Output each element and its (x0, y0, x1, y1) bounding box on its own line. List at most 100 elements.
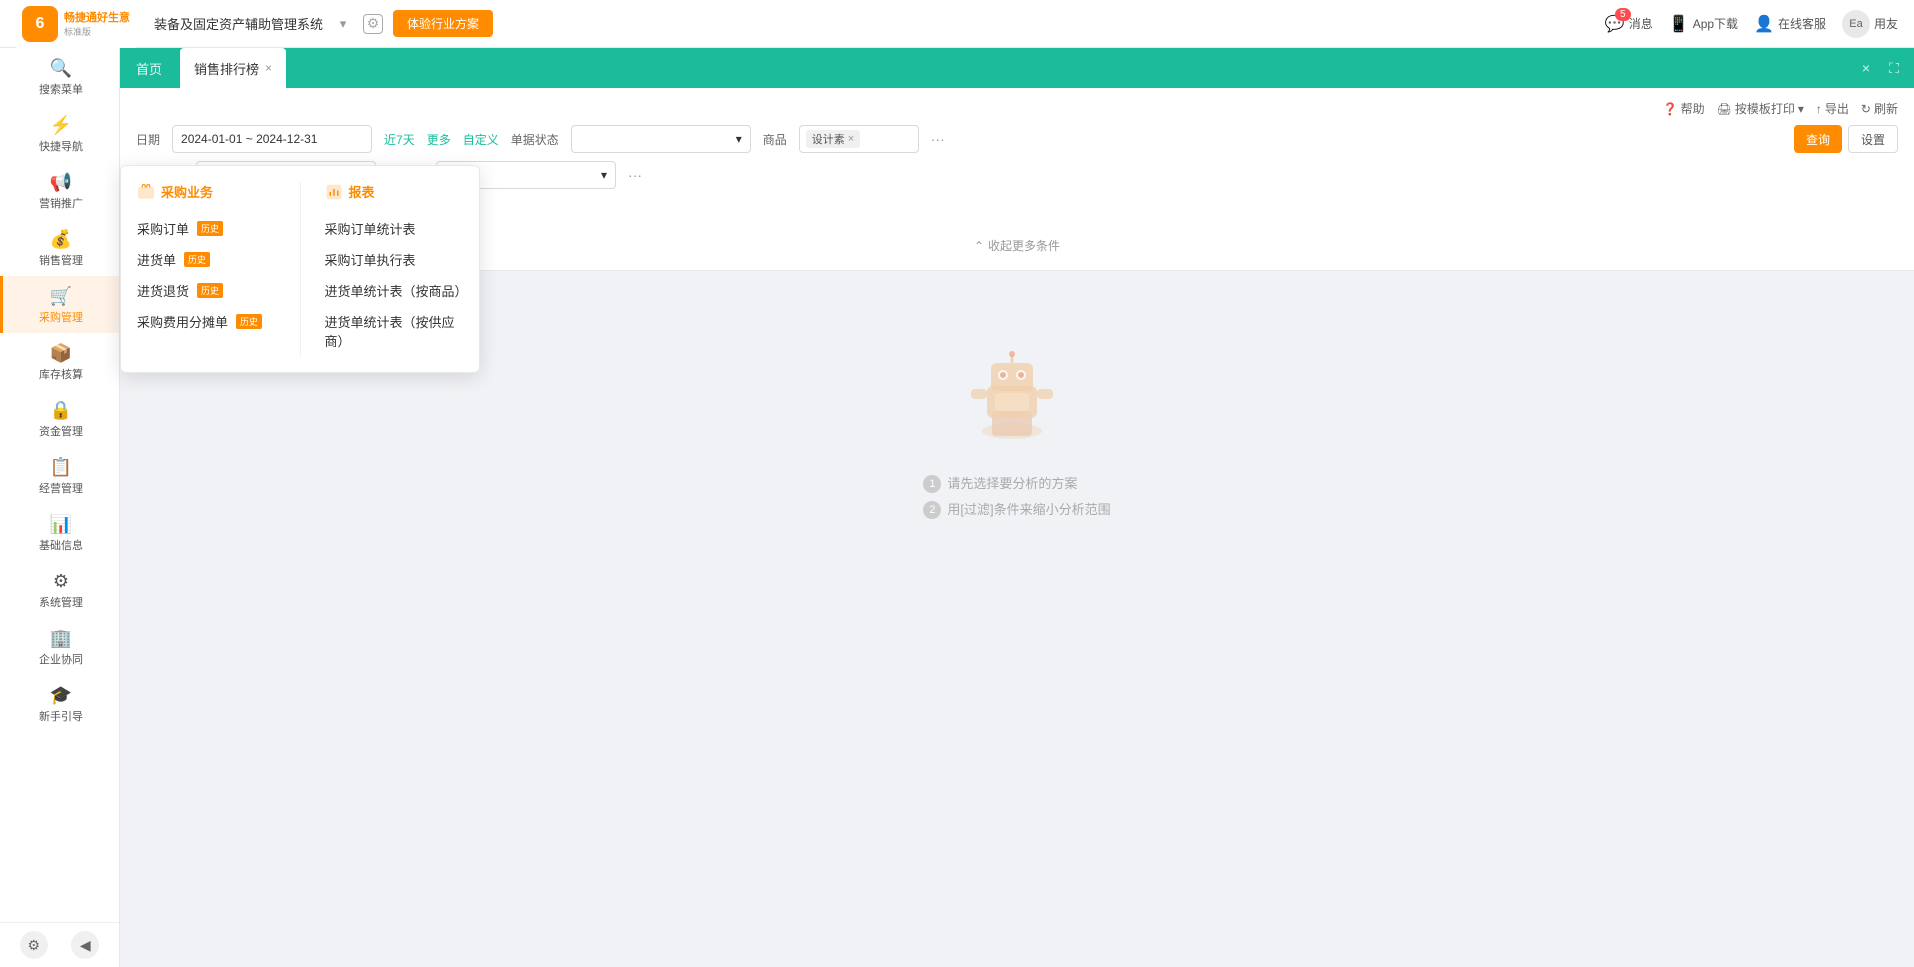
empty-tip-2: 2 用[过滤]条件来缩小分析范围 (923, 497, 1110, 523)
settings-btn[interactable]: 设置 (1848, 125, 1898, 153)
search-icon: 🔍 (50, 58, 72, 79)
query-btn[interactable]: 查询 (1794, 125, 1842, 153)
sidebar-item-marketing[interactable]: 📢 营销推广 (0, 162, 119, 219)
print-icon: 🖨 (1717, 102, 1732, 116)
system-dropdown-btn[interactable]: ▾ (333, 14, 353, 34)
doc-status-select[interactable]: ▾ (571, 125, 751, 153)
menu-item-purchase-order[interactable]: 采购订单 历史 (137, 213, 276, 244)
sidebar-item-newbie[interactable]: 🎓 新手引导 (0, 675, 119, 732)
online-service-btn[interactable]: 👤 在线客服 (1754, 14, 1826, 34)
user-label: 用友 (1874, 15, 1898, 32)
menu-item-purchase-order-exec[interactable]: 采购订单执行表 (325, 244, 464, 275)
refresh-icon: ↻ (1861, 102, 1871, 116)
doc-status-label: 单据状态 (511, 131, 559, 148)
report-section-icon (325, 183, 343, 201)
salesperson-chevron: ▾ (601, 168, 607, 182)
purchase-expense-badge: 历史 (236, 314, 262, 329)
sidebar-item-enterprise[interactable]: 🏢 企业协同 (0, 618, 119, 675)
sidebar-item-search[interactable]: 🔍 搜索菜单 (0, 48, 119, 105)
menu-item-label: 进货单统计表（按商品） (325, 281, 464, 300)
purchase-section-title: 采购业务 (137, 182, 276, 201)
messages-label: 消息 (1629, 15, 1653, 32)
menu-item-inbound-return[interactable]: 进货退货 历史 (137, 275, 276, 306)
messages-badge: 5 (1615, 8, 1631, 21)
sidebar-item-basic-info[interactable]: 📊 基础信息 (0, 504, 119, 561)
messages-btn[interactable]: 💬 5 消息 (1605, 14, 1653, 34)
top-bar-right: 💬 5 消息 📱 App下载 👤 在线客服 Ea 用友 (1605, 10, 1898, 38)
goods-input[interactable]: 设计素 × (799, 125, 919, 153)
logo-area[interactable]: 6 畅捷通好生意 标准版 (16, 0, 136, 48)
app-download-btn[interactable]: 📱 App下载 (1669, 14, 1738, 34)
sidebar-settings-btn[interactable]: ⚙ (20, 931, 48, 959)
avatar: Ea (1842, 10, 1870, 38)
sidebar-item-finance[interactable]: 🔒 资金管理 (0, 390, 119, 447)
tab-close-btn[interactable]: × (265, 61, 272, 75)
export-btn[interactable]: ↑ 导出 (1816, 100, 1849, 117)
export-icon: ↑ (1816, 102, 1822, 116)
purchase-order-badge: 历史 (197, 221, 223, 236)
action-btns: 查询 设置 (1794, 125, 1898, 153)
menu-item-label: 进货单统计表（按供应商） (325, 312, 464, 350)
date-more-btn[interactable]: 更多 (427, 131, 451, 148)
purchase-section-icon (137, 183, 155, 201)
content-main: 1 请先选择要分析的方案 2 用[过滤]条件来缩小分析范围 (120, 271, 1914, 967)
tab-home[interactable]: 首页 (120, 48, 178, 88)
sidebar-nav: 🔍 搜索菜单 ⚡ 快捷导航 📢 营销推广 💰 销售管理 🛒 采购管理 (0, 48, 119, 922)
menu-item-purchase-expense[interactable]: 采购费用分摊单 历史 (137, 306, 276, 337)
sidebar-item-operations[interactable]: 📋 经营管理 (0, 447, 119, 504)
sidebar-item-quick-nav[interactable]: ⚡ 快捷导航 (0, 105, 119, 162)
collapse-label: 收起更多条件 (988, 237, 1060, 254)
date-7days-btn[interactable]: 近7天 (384, 131, 415, 148)
menu-item-inbound-stats-supplier[interactable]: 进货单统计表（按供应商） (325, 306, 464, 356)
print-chevron: ▾ (1798, 102, 1804, 116)
date-custom-btn[interactable]: 自定义 (463, 131, 499, 148)
tab-maximize-btn[interactable]: ⛶ (1882, 56, 1906, 80)
tab-label: 销售排行榜 (194, 59, 259, 78)
sidebar-item-inventory[interactable]: 📦 库存核算 (0, 333, 119, 390)
inventory-icon: 📦 (50, 343, 72, 364)
system-icon: ⚙ (53, 571, 69, 592)
report-section-title: 报表 (325, 182, 464, 201)
tab-bar-right: × ⛶ (1854, 56, 1914, 80)
inbound-return-badge: 历史 (197, 283, 223, 298)
empty-tips: 1 请先选择要分析的方案 2 用[过滤]条件来缩小分析范围 (923, 471, 1110, 523)
refresh-btn[interactable]: ↻ 刷新 (1861, 100, 1898, 117)
tab-close-all-btn[interactable]: × (1854, 56, 1878, 80)
empty-tip-1-text: 请先选择要分析的方案 (947, 471, 1077, 497)
sidebar-item-system[interactable]: ⚙ 系统管理 (0, 561, 119, 618)
sidebar-item-label: 营销推广 (39, 195, 83, 211)
menu-item-purchase-order-stats[interactable]: 采购订单统计表 (325, 213, 464, 244)
date-input[interactable]: 2024-01-01 ~ 2024-12-31 (172, 125, 372, 153)
user-btn[interactable]: Ea 用友 (1842, 10, 1898, 38)
menu-item-label: 采购订单 (137, 219, 189, 238)
tab-sales-ranking[interactable]: 销售排行榜 × (180, 48, 286, 88)
menu-item-inbound-stats-goods[interactable]: 进货单统计表（按商品） (325, 275, 464, 306)
inbound-badge: 历史 (184, 252, 210, 267)
finance-icon: 🔒 (50, 400, 72, 421)
sidebar-item-label: 库存核算 (39, 366, 83, 382)
industry-btn[interactable]: 体验行业方案 (393, 10, 493, 37)
empty-illustration (957, 351, 1077, 451)
filter-row1-more[interactable]: ··· (931, 131, 945, 147)
sidebar-item-purchase[interactable]: 🛒 采购管理 (0, 276, 119, 333)
app-download-label: App下载 (1693, 15, 1738, 32)
tab-bar: 首页 销售排行榜 × × ⛶ (120, 48, 1914, 88)
sidebar-item-label: 销售管理 (39, 252, 83, 268)
top-bar: 6 畅捷通好生意 标准版 装备及固定资产辅助管理系统 ▾ ⚙ 体验行业方案 💬 … (0, 0, 1914, 48)
report-section-label: 报表 (349, 182, 375, 201)
sidebar: 🔍 搜索菜单 ⚡ 快捷导航 📢 营销推广 💰 销售管理 🛒 采购管理 (0, 48, 120, 967)
sidebar-collapse-btn[interactable]: ◀ (71, 931, 99, 959)
sidebar-item-sales[interactable]: 💰 销售管理 (0, 219, 119, 276)
menu-item-label: 采购订单统计表 (325, 219, 416, 238)
sales-icon: 💰 (50, 229, 72, 250)
collapse-btn[interactable]: ⌃ 收起更多条件 (970, 233, 1064, 258)
date-label: 日期 (136, 131, 160, 148)
print-btn[interactable]: 🖨 按模板打印 ▾ (1717, 100, 1804, 117)
filter-row2-more[interactable]: ··· (628, 167, 642, 183)
goods-tag-close[interactable]: × (848, 133, 854, 145)
help-btn[interactable]: ❓ 帮助 (1663, 100, 1705, 117)
menu-item-inbound[interactable]: 进货单 历史 (137, 244, 276, 275)
sidebar-item-label: 资金管理 (39, 423, 83, 439)
operations-icon: 📋 (50, 457, 72, 478)
top-settings-btn[interactable]: ⚙ (363, 14, 383, 34)
